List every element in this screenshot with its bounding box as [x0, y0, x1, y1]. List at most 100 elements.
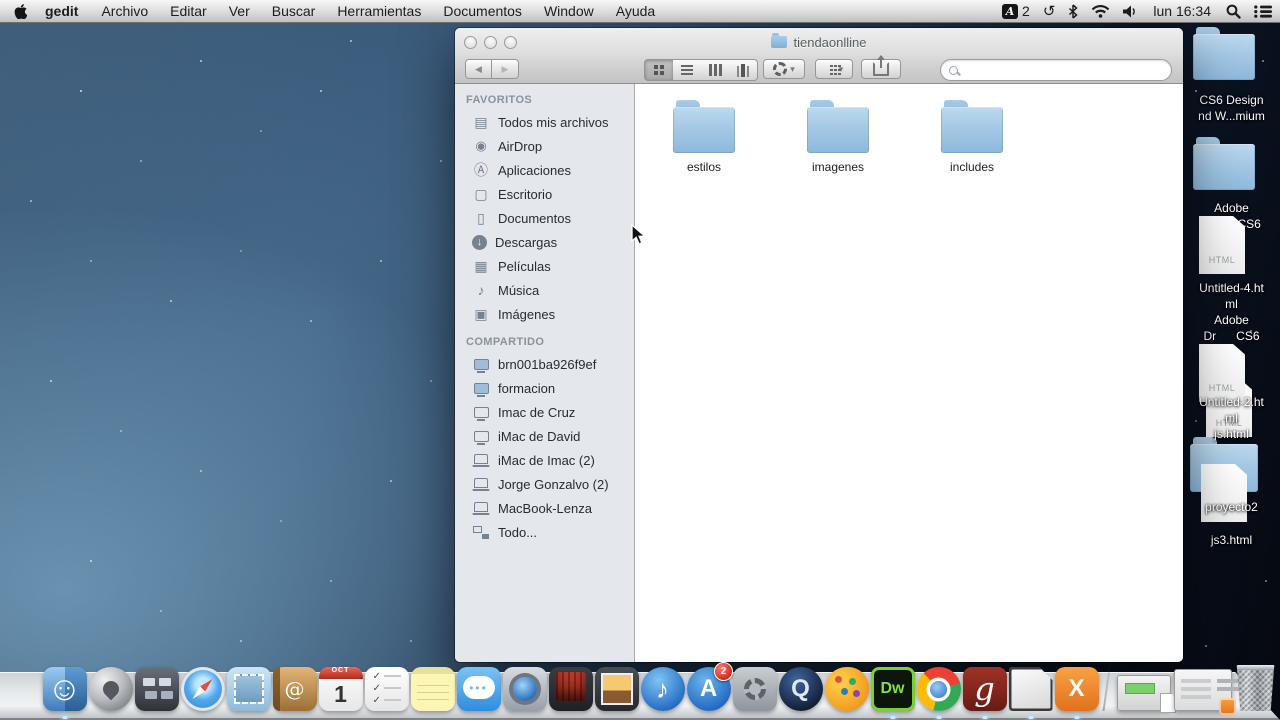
folder-label: estilos — [686, 160, 721, 174]
search-field[interactable] — [940, 59, 1172, 81]
menu-item-herramientas[interactable]: Herramientas — [326, 3, 432, 19]
dock-notes[interactable] — [410, 667, 455, 711]
dock-launchpad[interactable] — [88, 667, 133, 711]
dock-trash[interactable] — [1233, 665, 1278, 711]
desktop-file-untitled-4[interactable]: HTML — [1199, 216, 1245, 274]
menu-item-buscar[interactable]: Buscar — [261, 3, 327, 19]
dock-itunes[interactable]: ♪ — [640, 667, 685, 711]
sidebar-item-m-sica[interactable]: Música — [455, 278, 634, 302]
desktop-label-js3-html[interactable]: js3.html — [1183, 532, 1280, 548]
sidebar-shared-imac-de-david[interactable]: iMac de David — [455, 424, 634, 448]
sidebar-item-documentos[interactable]: Documentos — [455, 206, 634, 230]
content-folder-estilos[interactable]: estilos — [659, 100, 749, 174]
shared-list: brn001ba926f9ef formacion Imac de Cruz iMac… — [455, 352, 634, 544]
dock-min-window[interactable] — [1115, 675, 1173, 711]
column-view-button[interactable] — [701, 59, 730, 81]
desktop-label-js-html[interactable]: js.html — [1183, 426, 1280, 442]
coverflow-view-button[interactable] — [729, 59, 758, 81]
sidebar-shared-macbook-lenza[interactable]: MacBook-Lenza — [455, 496, 634, 520]
running-indicator — [62, 716, 67, 719]
laptop-icon — [472, 452, 490, 469]
sidebar-shared-formacion[interactable]: formacion — [455, 376, 634, 400]
sidebar-item-todos-mis-archivos[interactable]: Todos mis archivos — [455, 110, 634, 134]
dock-calendar[interactable]: OCT 1 — [318, 667, 363, 711]
dock-libreoffice[interactable] — [1008, 667, 1053, 719]
dock-quicktime[interactable]: Q — [778, 667, 823, 711]
search-icon — [949, 65, 958, 75]
action-menu-button[interactable] — [763, 59, 805, 79]
docs-icon — [472, 210, 490, 227]
volume-icon[interactable] — [1123, 5, 1138, 18]
sidebar-item-airdrop[interactable]: AirDrop — [455, 134, 634, 158]
icon-glyph: A — [699, 675, 718, 702]
sidebar-shared-jorge-gonzalvo-2[interactable]: Jorge Gonzalvo (2) — [455, 472, 634, 496]
desktop-folder-adobe-illustrator[interactable] — [1193, 137, 1255, 190]
sidebar-item-pel-culas[interactable]: Películas — [455, 254, 634, 278]
time-machine-icon[interactable] — [1043, 4, 1056, 19]
laptop-icon — [472, 500, 490, 517]
menu-clock[interactable]: lun 16:34 — [1151, 3, 1213, 19]
desktop-label-proyecto2[interactable]: proyecto2 — [1183, 499, 1280, 515]
dock-app-store[interactable]: A2 — [686, 662, 733, 711]
sidebar-item-aplicaciones[interactable]: Aplicaciones — [455, 158, 634, 182]
dock-safari[interactable] — [180, 667, 225, 711]
notification-center-icon[interactable] — [1254, 4, 1272, 18]
sidebar-shared-todo[interactable]: Todo... — [455, 520, 634, 544]
menu-item-ver[interactable]: Ver — [218, 3, 261, 19]
menu-item-documentos[interactable]: Documentos — [432, 3, 533, 19]
content-folder-imagenes[interactable]: imagenes — [793, 100, 883, 174]
dock-messages[interactable] — [456, 667, 501, 711]
coverflow-view-icon — [736, 63, 750, 77]
dock-photo-booth[interactable] — [548, 667, 593, 711]
adobe-updates-icon[interactable]: 2 — [1002, 3, 1030, 19]
window-titlebar[interactable]: tiendaonlline — [455, 28, 1183, 56]
dock-min-xampp[interactable] — [1174, 669, 1236, 715]
menu-item-archivo[interactable]: Archivo — [90, 3, 159, 19]
icon-view-button[interactable] — [644, 59, 674, 81]
desktop-label-adobe-dreamweaver[interactable]: Adobe Dr CS6 — [1183, 312, 1280, 344]
folder-icon — [941, 100, 1003, 153]
list-view-button[interactable] — [673, 59, 702, 81]
apple-menu[interactable] — [14, 3, 27, 19]
dock-system-preferences[interactable] — [732, 667, 777, 711]
desktop-label-cs6-design[interactable]: CS6 Design nd W...mium — [1183, 92, 1280, 124]
dock-mission-control[interactable] — [134, 667, 179, 711]
sidebar-shared-imac-de-cruz[interactable]: Imac de Cruz — [455, 400, 634, 424]
dock-chrome[interactable] — [916, 667, 961, 719]
desktop-folder-cs6-design[interactable] — [1193, 27, 1255, 80]
window-content[interactable]: estilos imagenes includes — [635, 84, 1183, 662]
arrange-menu-button[interactable] — [815, 59, 853, 79]
min-window-icon — [1117, 675, 1171, 711]
menu-item-editar[interactable]: Editar — [159, 3, 218, 19]
sidebar-shared-brn001ba926f9ef[interactable]: brn001ba926f9ef — [455, 352, 634, 376]
desktop-label-untitled-2[interactable]: Untitled-2.ht ml — [1183, 394, 1280, 426]
dock-contacts[interactable]: @ — [272, 667, 317, 711]
content-folder-includes[interactable]: includes — [927, 100, 1017, 174]
spotlight-icon[interactable] — [1226, 4, 1241, 19]
mouse-cursor — [631, 224, 647, 245]
bluetooth-icon[interactable] — [1068, 3, 1079, 19]
sidebar-item-im-genes[interactable]: Imágenes — [455, 302, 634, 326]
apps-icon — [472, 162, 490, 179]
sidebar-shared-imac-de-imac-2[interactable]: iMac de Imac (2) — [455, 448, 634, 472]
wifi-icon[interactable] — [1091, 4, 1110, 18]
dock-xampp[interactable]: X — [1054, 667, 1099, 719]
share-button[interactable] — [861, 59, 901, 79]
menu-item-window[interactable]: Window — [533, 3, 605, 19]
dock-dreamweaver[interactable]: Dw — [870, 667, 915, 719]
dock-gedit[interactable]: g — [962, 667, 1007, 719]
desktop-label-untitled-4[interactable]: Untitled-4.ht ml — [1183, 280, 1280, 312]
dock-iphoto[interactable] — [594, 667, 639, 711]
app-menu-gedit[interactable]: gedit — [39, 3, 84, 19]
sidebar-item-escritorio[interactable]: Escritorio — [455, 182, 634, 206]
back-button[interactable] — [465, 59, 492, 79]
menu-item-ayuda[interactable]: Ayuda — [605, 3, 666, 19]
search-input[interactable] — [958, 62, 1171, 78]
dock-reminders[interactable] — [364, 667, 409, 711]
dock-finder[interactable] — [42, 667, 87, 719]
dock-facetime[interactable] — [502, 667, 547, 711]
dock-mail[interactable] — [226, 667, 271, 711]
sidebar-item-descargas[interactable]: Descargas — [455, 230, 634, 254]
dock-palette[interactable] — [824, 667, 869, 711]
forward-button[interactable] — [492, 59, 519, 79]
